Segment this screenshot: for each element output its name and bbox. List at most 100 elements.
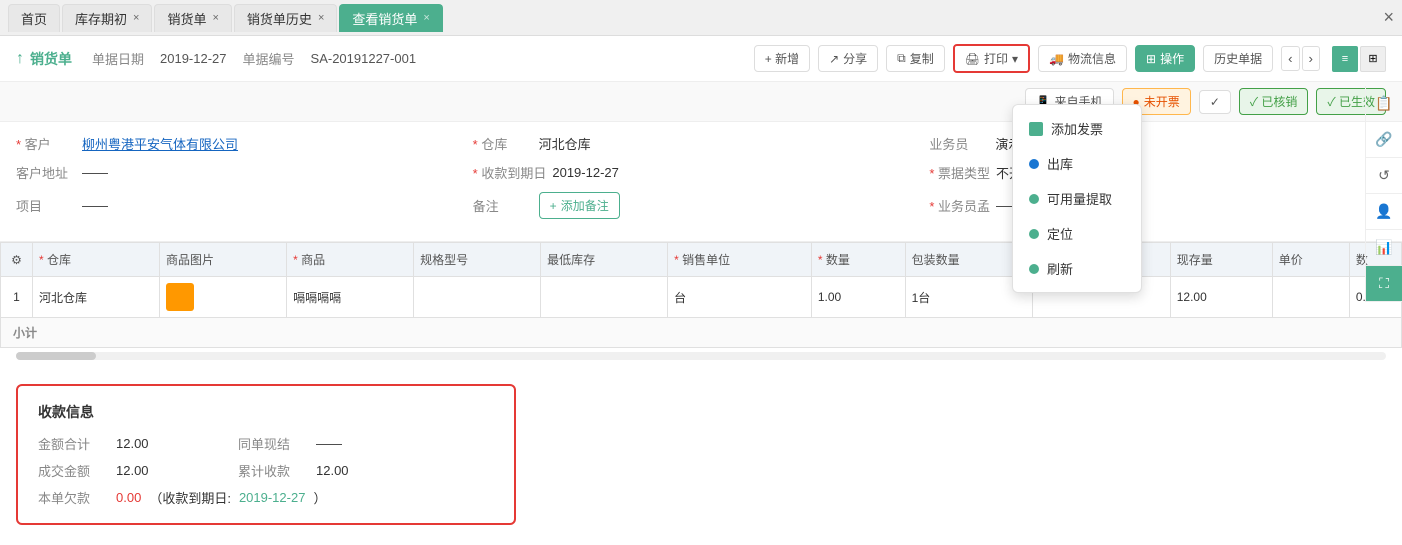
address-field: 客户地址 —— — [16, 163, 473, 182]
form-row-3: 项目 —— 备注 + 添加备注 业务员孟 —— — [16, 192, 1386, 219]
customer-label: 客户 — [16, 134, 76, 153]
right-icon-user[interactable]: 👤 — [1366, 194, 1402, 230]
form-row-2: 客户地址 —— 收款到期日 2019-12-27 票据类型 不开票 — [16, 163, 1386, 182]
logistics-button[interactable]: 🚚 物流信息 — [1038, 45, 1127, 72]
next-button[interactable]: › — [1302, 46, 1320, 71]
outbound-label: 出库 — [1047, 154, 1073, 173]
number-label: 单据编号 — [243, 49, 295, 68]
available-qty-item[interactable]: 可用量提取 — [1013, 181, 1141, 216]
row-unit: 台 — [668, 277, 812, 318]
tab-bar: 首页 库存期初 × 销货单 × 销货单历史 × 查看销货单 × × — [0, 0, 1402, 36]
print-icon: 🖨 — [965, 52, 980, 66]
salesperson-field: 业务员孟 —— — [929, 196, 1386, 215]
warehouse-value: 河北仓库 — [539, 134, 591, 153]
tab-inventory-close[interactable]: × — [133, 12, 139, 24]
ticket-label: 票据类型 — [929, 163, 990, 182]
check-icon: ✓ — [1210, 95, 1220, 109]
tab-view-sales-close[interactable]: × — [423, 12, 429, 24]
tab-sales[interactable]: 销货单 × — [154, 4, 231, 32]
cumulative-row: 累计收款 12.00 — [238, 461, 438, 480]
doc-type-icon: ↑ — [16, 50, 24, 68]
new-button[interactable]: + 新增 — [754, 45, 810, 72]
grid-view-button[interactable]: ⊞ — [1360, 46, 1386, 72]
effective-icon: ✓ — [1327, 95, 1335, 109]
doc-header: ↑ 销货单 单据日期 2019-12-27 单据编号 SA-20191227-0… — [0, 36, 1402, 82]
doc-actions: + 新增 ↗ 分享 ⧉ 复制 🖨 打印 ▾ 🚚 物流信息 ⊞ 操作 — [754, 44, 1386, 73]
warehouse-col-header: * 仓库 — [33, 243, 160, 277]
salesperson-label: 业务员孟 — [929, 196, 990, 215]
payment-info-title: 收款信息 — [38, 402, 494, 422]
share-button[interactable]: ↗ 分享 — [818, 45, 878, 72]
copy-button[interactable]: ⧉ 复制 — [886, 45, 945, 72]
payment-date-field: 收款到期日 2019-12-27 — [473, 163, 930, 182]
number-value: SA-20191227-001 — [311, 51, 417, 66]
row-qty: 1.00 — [811, 277, 905, 318]
available-qty-label: 可用量提取 — [1047, 189, 1112, 208]
check-button[interactable]: ✓ — [1199, 90, 1231, 114]
payment-section: 收款信息 金额合计 12.00 同单现结 —— 成交金额 12.00 累计收款 … — [0, 364, 1402, 545]
note-field: 备注 + 添加备注 — [473, 192, 930, 219]
form-row-1: 客户 柳州粤港平安气体有限公司 仓库 河北仓库 业务员 演示账号 — [16, 134, 1386, 153]
subtotal-label: 小计 — [1, 318, 1402, 348]
refresh-item[interactable]: 刷新 — [1013, 251, 1141, 286]
outbound-item[interactable]: 出库 — [1013, 146, 1141, 181]
right-icon-refresh[interactable]: ↺ — [1366, 158, 1402, 194]
row-price — [1272, 277, 1349, 318]
row-spec — [414, 277, 541, 318]
warehouse-label: 仓库 — [473, 134, 533, 153]
add-note-button[interactable]: + 添加备注 — [539, 192, 620, 219]
current-col-header: 现存量 — [1170, 243, 1272, 277]
tab-sales-history[interactable]: 销货单历史 × — [234, 4, 337, 32]
tab-inventory[interactable]: 库存期初 × — [62, 4, 152, 32]
tab-home[interactable]: 首页 — [8, 4, 60, 32]
product-thumbnail — [166, 283, 194, 311]
print-button[interactable]: 🖨 打印 ▾ — [953, 44, 1030, 73]
tab-sales-label: 销货单 — [167, 9, 206, 28]
ticket-field: 票据类型 不开票 — [929, 163, 1386, 182]
add-invoice-item[interactable]: 添加发票 — [1013, 111, 1141, 146]
voided-icon: ✓ — [1250, 95, 1258, 109]
refresh-label: 刷新 — [1047, 259, 1073, 278]
right-icon-expand[interactable]: ⛶ — [1366, 266, 1402, 302]
image-col-header: 商品图片 — [160, 243, 287, 277]
doc-title: ↑ 销货单 — [16, 49, 72, 69]
list-view-button[interactable]: ≡ — [1332, 46, 1358, 72]
tab-inventory-label: 库存期初 — [75, 9, 127, 28]
scrollbar-thumb[interactable] — [16, 352, 96, 360]
operations-dropdown: 添加发票 出库 可用量提取 定位 刷新 — [1012, 104, 1142, 293]
voided-button[interactable]: ✓ 已核销 — [1239, 88, 1309, 115]
owed-row: 本单欠款 0.00 （收款到期日: 2019-12-27 ） — [38, 488, 438, 507]
right-icon-link[interactable]: 🔗 — [1366, 122, 1402, 158]
cumulative-value: 12.00 — [316, 463, 349, 478]
owed-label: 本单欠款 — [38, 488, 108, 507]
share-icon: ↗ — [829, 52, 839, 66]
right-icon-clipboard[interactable]: 📋 — [1366, 86, 1402, 122]
window-close-button[interactable]: × — [1383, 7, 1394, 28]
prev-button[interactable]: ‹ — [1281, 46, 1299, 71]
available-icon — [1029, 194, 1039, 204]
date-label: 单据日期 — [92, 49, 144, 68]
total-label: 金额合计 — [38, 434, 108, 453]
employee-label: 业务员 — [929, 134, 989, 153]
price-col-header: 单价 — [1272, 243, 1349, 277]
project-label: 项目 — [16, 196, 76, 215]
table-scrollbar[interactable] — [16, 352, 1386, 360]
right-icons-panel: 📋 🔗 ↺ 👤 📊 ⛶ — [1365, 86, 1402, 302]
main-content: ↑ 销货单 单据日期 2019-12-27 单据编号 SA-20191227-0… — [0, 36, 1402, 545]
row-image — [160, 277, 287, 318]
table-header-row: ⚙ * 仓库 商品图片 * 商品 规格型号 最低库存 * 销售单位 * 数量 包… — [1, 243, 1402, 277]
same-order-label: 同单现结 — [238, 434, 308, 453]
right-icon-chart[interactable]: 📊 — [1366, 230, 1402, 266]
same-order-value: —— — [316, 436, 342, 451]
operations-button[interactable]: ⊞ 操作 — [1135, 45, 1195, 72]
owed-date: 2019-12-27 — [239, 490, 306, 505]
tab-view-sales[interactable]: 查看销货单 × — [339, 4, 442, 32]
customer-value[interactable]: 柳州粤港平安气体有限公司 — [82, 134, 238, 153]
trade-value: 12.00 — [116, 463, 149, 478]
locate-item[interactable]: 定位 — [1013, 216, 1141, 251]
history-button[interactable]: 历史单据 — [1203, 45, 1273, 72]
payment-info-box: 收款信息 金额合计 12.00 同单现结 —— 成交金额 12.00 累计收款 … — [16, 384, 516, 525]
tab-sales-history-close[interactable]: × — [318, 12, 324, 24]
settings-col-header: ⚙ — [1, 243, 33, 277]
tab-sales-close[interactable]: × — [212, 12, 218, 24]
